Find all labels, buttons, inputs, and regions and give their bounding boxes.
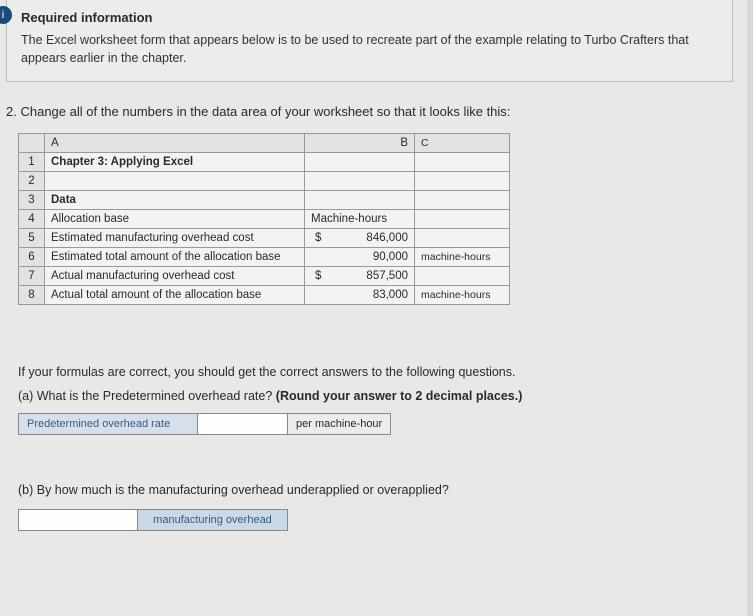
cell xyxy=(415,210,510,229)
cell: Chapter 3: Applying Excel xyxy=(45,153,305,172)
row-num: 3 xyxy=(19,191,45,210)
cell: Estimated total amount of the allocation… xyxy=(45,248,305,267)
part-a-prompt: (a) What is the Predetermined overhead r… xyxy=(18,389,747,403)
cell: 83,000 xyxy=(305,286,415,305)
part-a-label: (a) What is the Predetermined overhead r… xyxy=(18,389,276,403)
cell: Estimated manufacturing overhead cost xyxy=(45,229,305,248)
cell: Machine-hours xyxy=(305,210,415,229)
question-text: Change all of the numbers in the data ar… xyxy=(20,104,510,119)
cell xyxy=(415,229,510,248)
table-row: 8 Actual total amount of the allocation … xyxy=(19,286,510,305)
cell: 846,000 xyxy=(305,229,415,248)
table-row: 4 Allocation base Machine-hours xyxy=(19,210,510,229)
overhead-label: manufacturing overhead xyxy=(138,509,288,531)
question-number: 2. xyxy=(6,104,17,119)
col-header-b: B xyxy=(305,134,415,153)
cell: Data xyxy=(45,191,305,210)
required-info-box: Required information The Excel worksheet… xyxy=(6,0,733,82)
row-num: 7 xyxy=(19,267,45,286)
required-info-text: The Excel worksheet form that appears be… xyxy=(21,31,718,67)
cell: Actual total amount of the allocation ba… xyxy=(45,286,305,305)
cell xyxy=(305,172,415,191)
cell: 857,500 xyxy=(305,267,415,286)
predetermined-rate-label: Predetermined overhead rate xyxy=(18,413,198,435)
cell xyxy=(45,172,305,191)
overhead-amount-input-wrap xyxy=(18,509,138,531)
cell: machine-hours xyxy=(415,248,510,267)
overhead-amount-input[interactable] xyxy=(23,512,133,527)
row-num: 8 xyxy=(19,286,45,305)
row-num: 6 xyxy=(19,248,45,267)
table-row: 7 Actual manufacturing overhead cost 857… xyxy=(19,267,510,286)
cell: 90,000 xyxy=(305,248,415,267)
cell xyxy=(305,191,415,210)
part-b-answer-row: manufacturing overhead xyxy=(18,509,747,531)
cell: Allocation base xyxy=(45,210,305,229)
question-prompt: 2. Change all of the numbers in the data… xyxy=(6,104,747,119)
cell xyxy=(415,172,510,191)
cell: Actual manufacturing overhead cost xyxy=(45,267,305,286)
table-row: 3 Data xyxy=(19,191,510,210)
part-a-answer-row: Predetermined overhead rate per machine-… xyxy=(18,413,747,435)
cell xyxy=(415,191,510,210)
cell xyxy=(415,153,510,172)
table-row: 5 Estimated manufacturing overhead cost … xyxy=(19,229,510,248)
cell xyxy=(415,267,510,286)
table-row: 1 Chapter 3: Applying Excel xyxy=(19,153,510,172)
followup-text: If your formulas are correct, you should… xyxy=(18,365,747,379)
row-num: 2 xyxy=(19,172,45,191)
table-row: 2 xyxy=(19,172,510,191)
part-b-prompt: (b) By how much is the manufacturing ove… xyxy=(18,483,747,497)
predetermined-rate-input-wrap xyxy=(198,413,288,435)
row-num: 4 xyxy=(19,210,45,229)
corner-cell xyxy=(19,134,45,153)
row-num: 1 xyxy=(19,153,45,172)
part-a-hint: (Round your answer to 2 decimal places.) xyxy=(276,389,523,403)
excel-sheet: A B C 1 Chapter 3: Applying Excel 2 3 Da… xyxy=(18,133,510,305)
predetermined-rate-input[interactable] xyxy=(202,416,283,431)
row-num: 5 xyxy=(19,229,45,248)
cell xyxy=(305,153,415,172)
predetermined-rate-unit: per machine-hour xyxy=(288,413,391,435)
col-header-a: A xyxy=(45,134,305,153)
table-row: 6 Estimated total amount of the allocati… xyxy=(19,248,510,267)
cell: machine-hours xyxy=(415,286,510,305)
required-info-title: Required information xyxy=(21,10,718,25)
col-header-c: C xyxy=(415,134,510,153)
